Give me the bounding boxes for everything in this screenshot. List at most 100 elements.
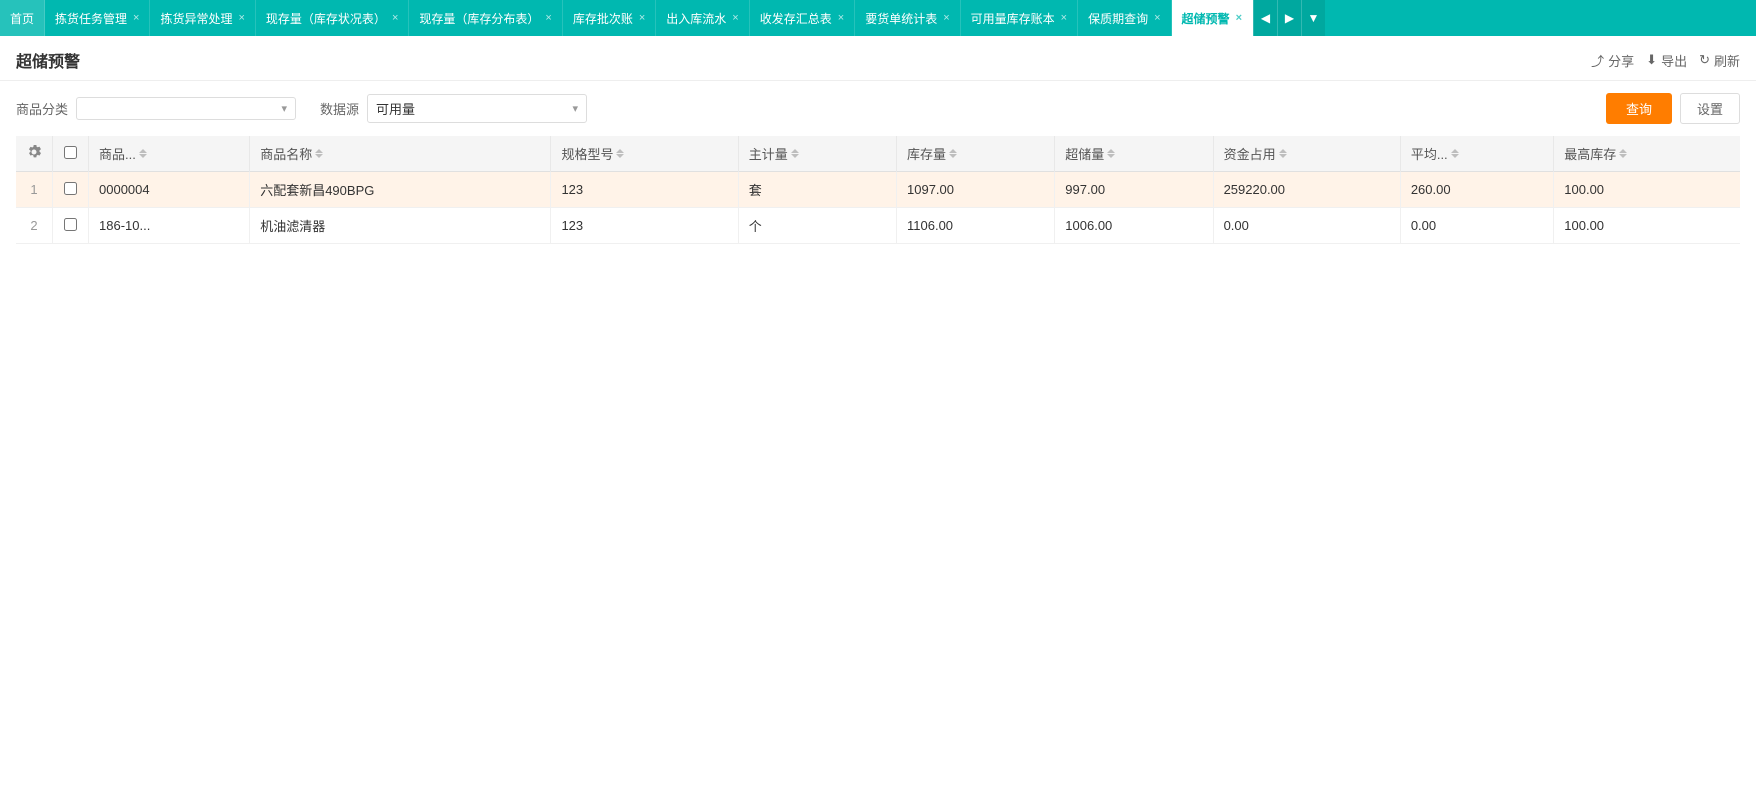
row-checkbox-cell bbox=[53, 208, 89, 244]
close-icon[interactable]: × bbox=[1154, 12, 1160, 24]
sort-icon bbox=[1107, 149, 1115, 158]
table-container: 商品... 商品名称 规格型号 bbox=[0, 136, 1756, 244]
cell-unit: 套 bbox=[738, 172, 896, 208]
nav-item-summary[interactable]: 收发存汇总表 × bbox=[750, 0, 855, 36]
sort-icon bbox=[1451, 149, 1459, 158]
table-header-row: 商品... 商品名称 规格型号 bbox=[16, 136, 1740, 172]
col-spec[interactable]: 规格型号 bbox=[551, 136, 738, 172]
cell-over-qty: 997.00 bbox=[1055, 172, 1213, 208]
datasource-label: 数据源 bbox=[320, 99, 359, 118]
close-icon[interactable]: × bbox=[732, 12, 738, 24]
row-number: 1 bbox=[16, 172, 53, 208]
select-all-checkbox[interactable] bbox=[64, 146, 77, 159]
close-icon[interactable]: × bbox=[1061, 12, 1067, 24]
category-label: 商品分类 bbox=[16, 99, 68, 118]
nav-item-abnormal[interactable]: 拣货异常处理 × bbox=[150, 0, 255, 36]
export-button[interactable]: ⬇ 导出 bbox=[1646, 51, 1687, 70]
col-max-stock[interactable]: 最高库存 bbox=[1554, 136, 1740, 172]
table-body: 1 0000004 六配套新昌490BPG 123 套 1097.00 997.… bbox=[16, 172, 1740, 244]
nav-bar: 首页 拣货任务管理 × 拣货异常处理 × 现存量（库存状况表） × 现存量（库存… bbox=[0, 0, 1756, 36]
cell-unit: 个 bbox=[738, 208, 896, 244]
row-checkbox[interactable] bbox=[64, 182, 77, 195]
table-row: 2 186-10... 机油滤清器 123 个 1106.00 1006.00 … bbox=[16, 208, 1740, 244]
cell-avg: 260.00 bbox=[1400, 172, 1553, 208]
data-table: 商品... 商品名称 规格型号 bbox=[16, 136, 1740, 244]
chevron-down-icon: ▾ bbox=[281, 102, 287, 115]
sort-icon bbox=[616, 149, 624, 158]
close-icon[interactable]: × bbox=[1236, 12, 1242, 24]
share-icon: ⤴ bbox=[1591, 51, 1604, 70]
cell-product-name: 机油滤清器 bbox=[250, 208, 551, 244]
col-unit[interactable]: 主计量 bbox=[738, 136, 896, 172]
sort-icon bbox=[791, 149, 799, 158]
query-button[interactable]: 查询 bbox=[1606, 93, 1672, 124]
nav-item-available[interactable]: 可用量库存账本 × bbox=[961, 0, 1078, 36]
cell-avg: 0.00 bbox=[1400, 208, 1553, 244]
nav-item-stock-dist[interactable]: 现存量（库存分布表） × bbox=[409, 0, 562, 36]
datasource-select-value: 可用量 bbox=[376, 99, 556, 118]
nav-item-expiry[interactable]: 保质期查询 × bbox=[1078, 0, 1171, 36]
close-icon[interactable]: × bbox=[238, 12, 244, 24]
settings-button[interactable]: 设置 bbox=[1680, 93, 1740, 124]
cell-capital-used: 0.00 bbox=[1213, 208, 1400, 244]
cell-product-code: 186-10... bbox=[89, 208, 250, 244]
nav-more-button[interactable]: ▼ bbox=[1301, 0, 1325, 36]
sort-icon bbox=[1619, 149, 1627, 158]
close-icon[interactable]: × bbox=[943, 12, 949, 24]
cell-product-name: 六配套新昌490BPG bbox=[250, 172, 551, 208]
col-capital-used[interactable]: 资金占用 bbox=[1213, 136, 1400, 172]
page-container: 超储预警 ⤴ 分享 ⬇ 导出 ↻ 刷新 商品分类 ▾ 数据源 bbox=[0, 36, 1756, 800]
cell-capital-used: 259220.00 bbox=[1213, 172, 1400, 208]
nav-item-home[interactable]: 首页 bbox=[0, 0, 45, 36]
close-icon[interactable]: × bbox=[392, 12, 398, 24]
cell-over-qty: 1006.00 bbox=[1055, 208, 1213, 244]
sort-icon bbox=[1279, 149, 1287, 158]
datasource-select[interactable]: 可用量 ▾ bbox=[367, 94, 587, 123]
row-checkbox-cell bbox=[53, 172, 89, 208]
close-icon[interactable]: × bbox=[133, 12, 139, 24]
header-actions: ⤴ 分享 ⬇ 导出 ↻ 刷新 bbox=[1591, 51, 1740, 70]
close-icon[interactable]: × bbox=[639, 12, 645, 24]
nav-prev-button[interactable]: ◀ bbox=[1253, 0, 1277, 36]
table-row: 1 0000004 六配套新昌490BPG 123 套 1097.00 997.… bbox=[16, 172, 1740, 208]
col-product-code[interactable]: 商品... bbox=[89, 136, 250, 172]
gear-icon[interactable] bbox=[26, 144, 42, 160]
export-icon: ⬇ bbox=[1646, 52, 1657, 68]
cell-product-code: 0000004 bbox=[89, 172, 250, 208]
nav-item-overstock[interactable]: 超储预警 × bbox=[1172, 0, 1253, 36]
page-header: 超储预警 ⤴ 分享 ⬇ 导出 ↻ 刷新 bbox=[0, 36, 1756, 81]
cell-max-stock: 100.00 bbox=[1554, 208, 1740, 244]
col-over-qty[interactable]: 超储量 bbox=[1055, 136, 1213, 172]
nav-item-task[interactable]: 拣货任务管理 × bbox=[45, 0, 150, 36]
row-checkbox[interactable] bbox=[64, 218, 77, 231]
cell-stock-qty: 1106.00 bbox=[897, 208, 1055, 244]
nav-item-stock-status[interactable]: 现存量（库存状况表） × bbox=[256, 0, 409, 36]
nav-item-batch[interactable]: 库存批次账 × bbox=[563, 0, 656, 36]
sort-icon bbox=[949, 149, 957, 158]
cell-spec: 123 bbox=[551, 208, 738, 244]
close-icon[interactable]: × bbox=[838, 12, 844, 24]
filter-bar: 商品分类 ▾ 数据源 可用量 ▾ 查询 设置 bbox=[0, 81, 1756, 136]
sort-icon bbox=[315, 149, 323, 158]
page-title: 超储预警 bbox=[16, 48, 80, 72]
nav-item-flow[interactable]: 出入库流水 × bbox=[656, 0, 749, 36]
chevron-down-icon: ▾ bbox=[573, 102, 579, 115]
close-icon[interactable]: × bbox=[545, 12, 551, 24]
row-number: 2 bbox=[16, 208, 53, 244]
refresh-icon: ↻ bbox=[1699, 52, 1710, 68]
cell-max-stock: 100.00 bbox=[1554, 172, 1740, 208]
checkbox-column-header bbox=[53, 136, 89, 172]
filter-datasource: 数据源 可用量 ▾ bbox=[320, 94, 587, 123]
cell-stock-qty: 1097.00 bbox=[897, 172, 1055, 208]
category-select[interactable]: ▾ bbox=[76, 97, 296, 120]
col-avg[interactable]: 平均... bbox=[1400, 136, 1553, 172]
col-stock-qty[interactable]: 库存量 bbox=[897, 136, 1055, 172]
share-button[interactable]: ⤴ 分享 bbox=[1591, 51, 1634, 70]
cell-spec: 123 bbox=[551, 172, 738, 208]
refresh-button[interactable]: ↻ 刷新 bbox=[1699, 51, 1740, 70]
col-product-name[interactable]: 商品名称 bbox=[250, 136, 551, 172]
filter-category: 商品分类 ▾ bbox=[16, 97, 296, 120]
sort-icon bbox=[139, 149, 147, 158]
nav-item-requisition[interactable]: 要货单统计表 × bbox=[855, 0, 960, 36]
nav-next-button[interactable]: ▶ bbox=[1277, 0, 1301, 36]
